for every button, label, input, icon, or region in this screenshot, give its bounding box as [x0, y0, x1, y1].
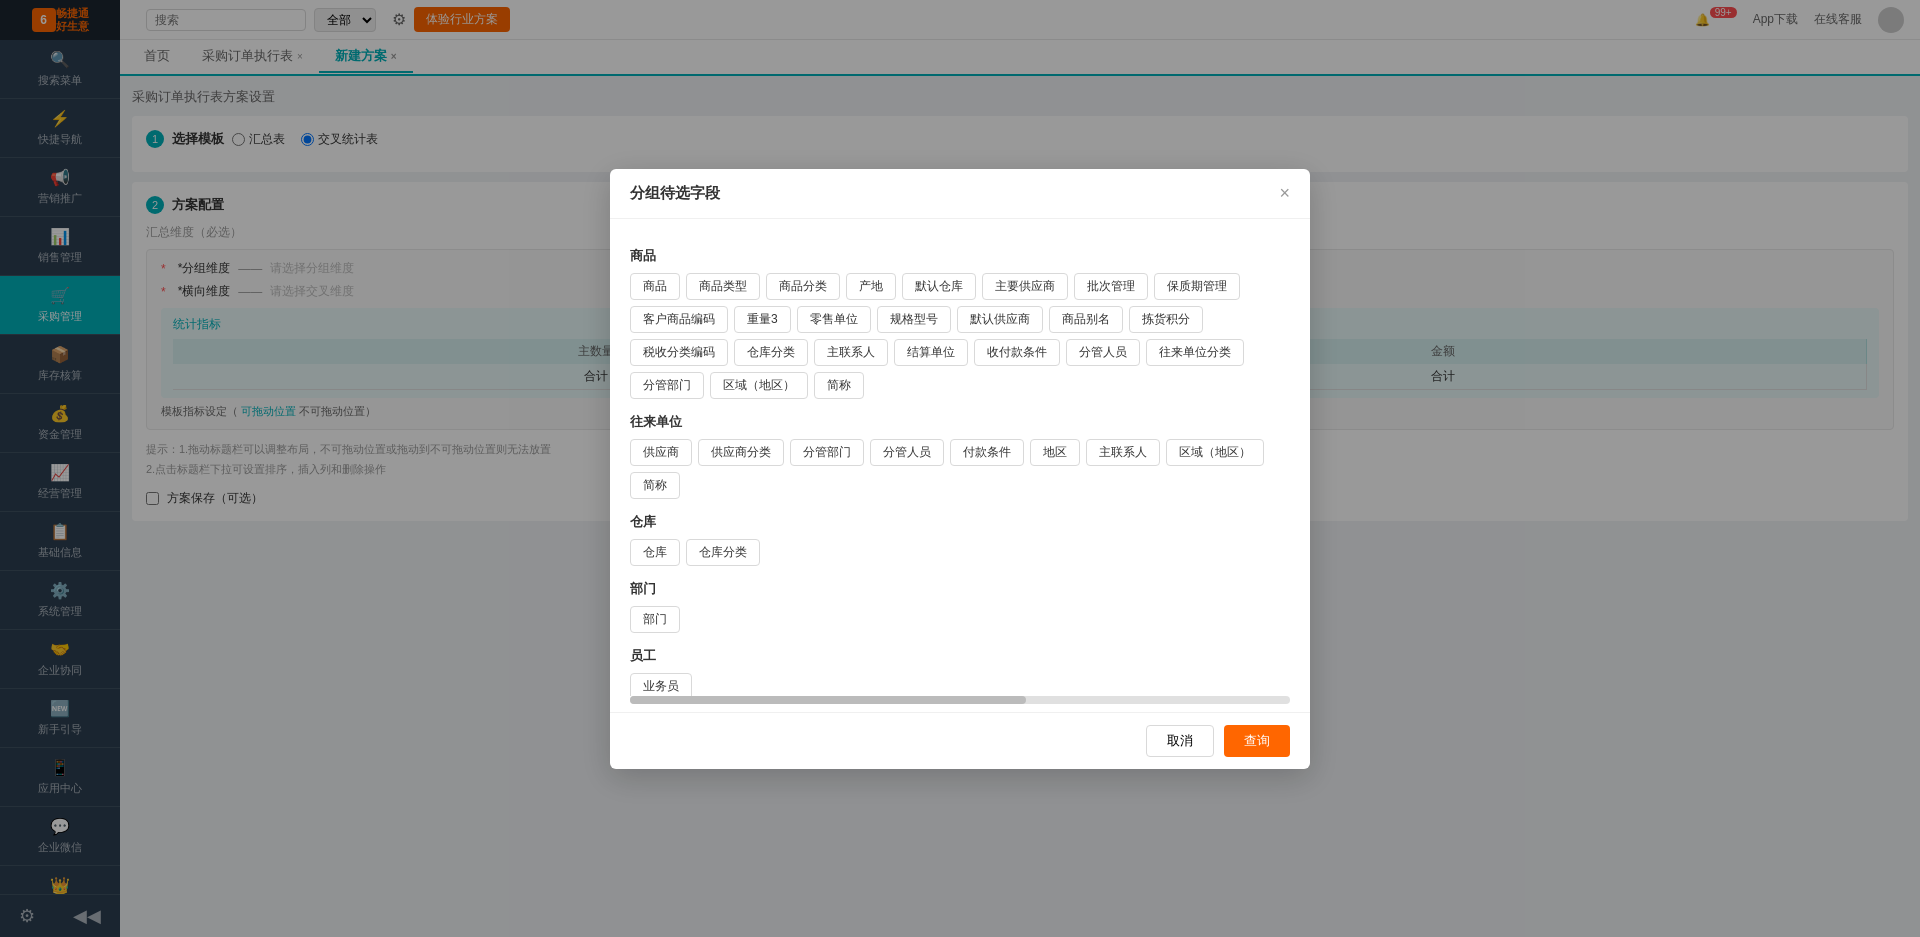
field-tag-0-1[interactable]: 商品类型 [686, 273, 760, 300]
group-title-2: 仓库 [630, 513, 1290, 531]
field-tags-group-0: 商品商品类型商品分类产地默认仓库主要供应商批次管理保质期管理客户商品编码重量3零… [630, 273, 1290, 399]
field-tag-0-7[interactable]: 保质期管理 [1154, 273, 1240, 300]
field-tag-0-8[interactable]: 客户商品编码 [630, 306, 728, 333]
field-tags-group-1: 供应商供应商分类分管部门分管人员付款条件地区主联系人区域（地区） 简称 [630, 439, 1290, 499]
field-tag-0-4[interactable]: 默认仓库 [902, 273, 976, 300]
field-tag-1-7[interactable]: 区域（地区） [1166, 439, 1264, 466]
field-tag-0-21[interactable]: 往来单位分类 [1146, 339, 1244, 366]
field-select-dialog: 分组待选字段 × 商品商品商品类型商品分类产地默认仓库主要供应商批次管理保质期管… [610, 169, 1310, 543]
field-tag-1-6[interactable]: 主联系人 [1086, 439, 1160, 466]
field-tag-1-0[interactable]: 供应商 [630, 439, 692, 466]
field-tag-0-14[interactable]: 拣货积分 [1129, 306, 1203, 333]
field-tag-0-23[interactable]: 区域（地区） [710, 372, 808, 399]
field-tag-0-6[interactable]: 批次管理 [1074, 273, 1148, 300]
dialog-body: 商品商品商品类型商品分类产地默认仓库主要供应商批次管理保质期管理客户商品编码重量… [610, 219, 1310, 543]
field-tag-0-11[interactable]: 规格型号 [877, 306, 951, 333]
field-tag-0-2[interactable]: 商品分类 [766, 273, 840, 300]
field-tag-0-0[interactable]: 商品 [630, 273, 680, 300]
field-tag-0-19[interactable]: 收付款条件 [974, 339, 1060, 366]
field-tag-2-0[interactable]: 仓库 [630, 539, 680, 543]
field-tag-0-10[interactable]: 零售单位 [797, 306, 871, 333]
field-tag-0-5[interactable]: 主要供应商 [982, 273, 1068, 300]
field-tag-1-8[interactable]: 简称 [630, 472, 680, 499]
field-tag-0-24[interactable]: 简称 [814, 372, 864, 399]
field-tag-0-9[interactable]: 重量3 [734, 306, 791, 333]
field-tag-0-22[interactable]: 分管部门 [630, 372, 704, 399]
field-tag-1-5[interactable]: 地区 [1030, 439, 1080, 466]
field-tag-0-18[interactable]: 结算单位 [894, 339, 968, 366]
field-tag-0-13[interactable]: 商品别名 [1049, 306, 1123, 333]
group-title-1: 往来单位 [630, 413, 1290, 431]
field-tag-2-1[interactable]: 仓库分类 [686, 539, 760, 543]
field-tag-0-12[interactable]: 默认供应商 [957, 306, 1043, 333]
close-icon[interactable]: × [1279, 183, 1290, 204]
field-tags-group-2: 仓库 仓库分类 [630, 539, 1290, 543]
field-tag-1-2[interactable]: 分管部门 [790, 439, 864, 466]
group-title-0: 商品 [630, 247, 1290, 265]
dialog-title: 分组待选字段 [630, 184, 720, 203]
dialog-header: 分组待选字段 × [610, 169, 1310, 219]
field-tag-0-17[interactable]: 主联系人 [814, 339, 888, 366]
field-tag-0-20[interactable]: 分管人员 [1066, 339, 1140, 366]
field-tag-1-3[interactable]: 分管人员 [870, 439, 944, 466]
field-tag-1-4[interactable]: 付款条件 [950, 439, 1024, 466]
field-tag-0-16[interactable]: 仓库分类 [734, 339, 808, 366]
dialog-overlay: 分组待选字段 × 商品商品商品类型商品分类产地默认仓库主要供应商批次管理保质期管… [0, 0, 1920, 543]
field-tag-0-3[interactable]: 产地 [846, 273, 896, 300]
field-tag-0-15[interactable]: 税收分类编码 [630, 339, 728, 366]
field-tag-1-1[interactable]: 供应商分类 [698, 439, 784, 466]
